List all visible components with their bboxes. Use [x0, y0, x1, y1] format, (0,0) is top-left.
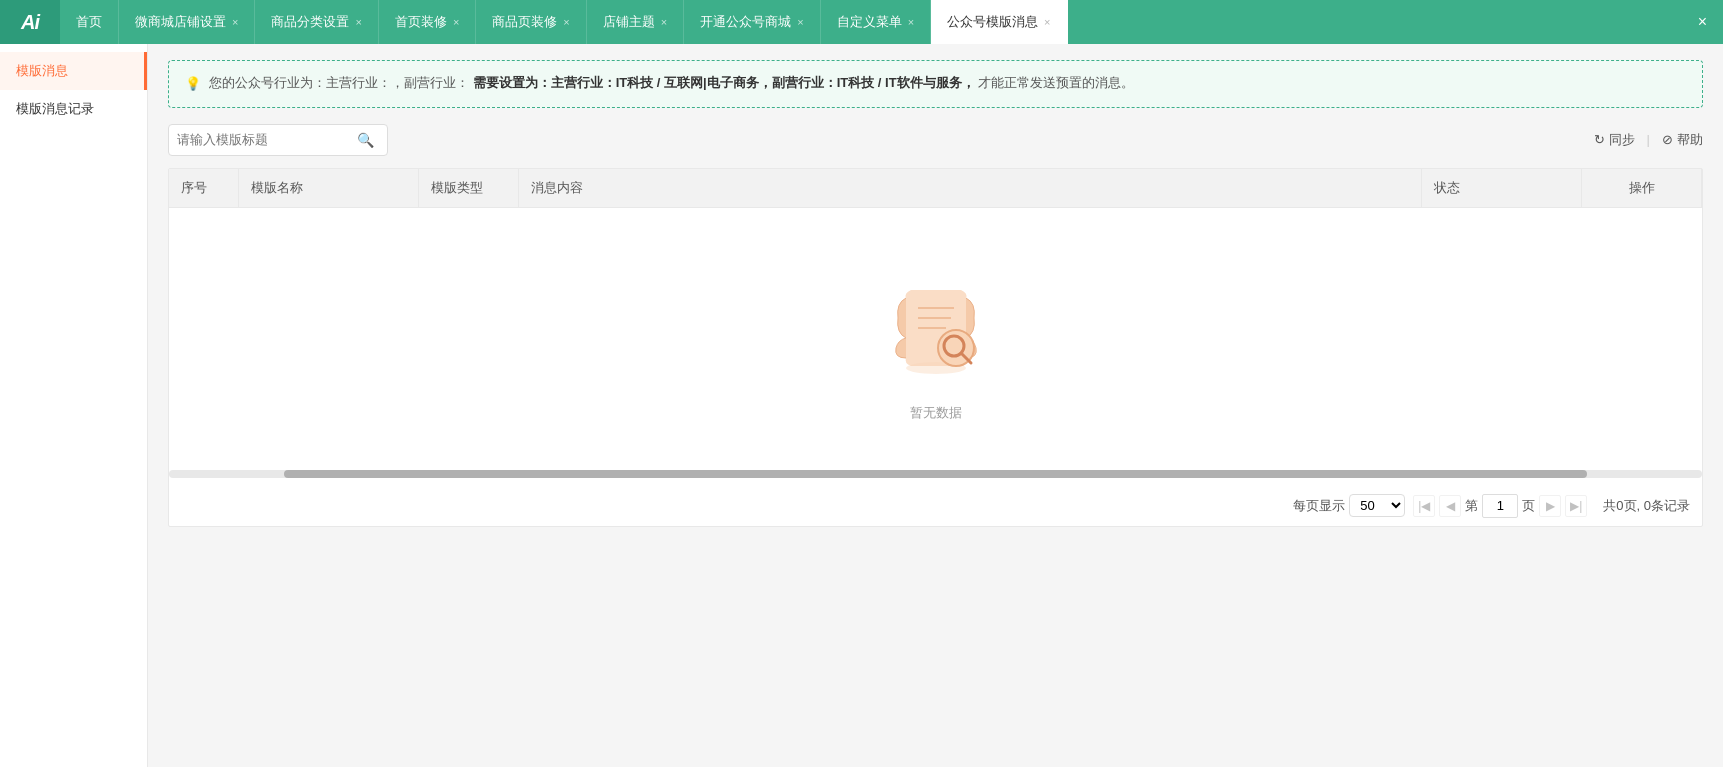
notice-text1: 您的公众号行业为：主营行业：，副营行业：	[209, 75, 469, 90]
page-navigation: |◀ ◀ 第 页 ▶ ▶|	[1413, 494, 1587, 518]
th-name: 模版名称	[239, 169, 419, 207]
nav-item-theme[interactable]: 店铺主题 ×	[587, 0, 684, 44]
top-navigation: Ai 首页 微商城店铺设置 × 商品分类设置 × 首页装修 × 商品页装修 × …	[0, 0, 1723, 44]
first-page-button[interactable]: |◀	[1413, 495, 1435, 517]
app-logo: Ai	[0, 0, 60, 44]
sidebar-item-template-log[interactable]: 模版消息记录	[0, 90, 147, 128]
data-table: 序号 模版名称 模版类型 消息内容 状态 操作	[168, 168, 1703, 527]
main-layout: 模版消息 模版消息记录 💡 您的公众号行业为：主营行业：，副营行业： 需要设置为…	[0, 44, 1723, 767]
notice-banner: 💡 您的公众号行业为：主营行业：，副营行业： 需要设置为：主营行业：IT科技 /…	[168, 60, 1703, 108]
empty-illustration	[876, 268, 996, 388]
sync-label: 同步	[1609, 131, 1635, 149]
action-divider: |	[1647, 132, 1650, 147]
nav-label-weshop: 微商城店铺设置	[135, 13, 226, 31]
close-wechat-shop-icon[interactable]: ×	[797, 16, 803, 28]
nav-item-weshop[interactable]: 微商城店铺设置 ×	[119, 0, 255, 44]
nav-item-home[interactable]: 首页	[60, 0, 119, 44]
sync-icon: ↻	[1594, 132, 1605, 147]
search-icon[interactable]: 🔍	[357, 132, 374, 148]
help-button[interactable]: ⊘ 帮助	[1662, 131, 1703, 149]
nav-label-homepage: 首页装修	[395, 13, 447, 31]
th-action: 操作	[1582, 169, 1702, 207]
nav-item-wechat-shop[interactable]: 开通公众号商城 ×	[684, 0, 820, 44]
prev-page-button[interactable]: ◀	[1439, 495, 1461, 517]
close-template-msg-icon[interactable]: ×	[1044, 16, 1050, 28]
page-size-select-input[interactable]: 50 10 20 100	[1349, 494, 1405, 517]
page-index-label: 第	[1465, 497, 1478, 515]
nav-label-template-msg: 公众号模版消息	[947, 13, 1038, 31]
empty-state: 暂无数据	[169, 208, 1702, 462]
close-custom-menu-icon[interactable]: ×	[908, 16, 914, 28]
sidebar: 模版消息 模版消息记录	[0, 44, 148, 767]
global-close-icon: ×	[1698, 13, 1707, 31]
sidebar-label-template-msg: 模版消息	[16, 63, 68, 78]
empty-text: 暂无数据	[910, 404, 962, 422]
notice-text2: 才能正常发送预置的消息。	[978, 75, 1134, 90]
sidebar-item-template-msg[interactable]: 模版消息	[0, 52, 147, 90]
th-type: 模版类型	[419, 169, 519, 207]
nav-item-custom-menu[interactable]: 自定义菜单 ×	[821, 0, 931, 44]
nav-label-theme: 店铺主题	[603, 13, 655, 31]
sync-button[interactable]: ↻ 同步	[1594, 131, 1635, 149]
nav-label-custom-menu: 自定义菜单	[837, 13, 902, 31]
sidebar-label-template-log: 模版消息记录	[16, 101, 94, 116]
nav-label-category: 商品分类设置	[271, 13, 349, 31]
page-label: 页	[1522, 497, 1535, 515]
content-area: 💡 您的公众号行业为：主营行业：，副营行业： 需要设置为：主营行业：IT科技 /…	[148, 44, 1723, 767]
global-close-button[interactable]: ×	[1682, 0, 1723, 44]
help-label: 帮助	[1677, 131, 1703, 149]
close-theme-icon[interactable]: ×	[661, 16, 667, 28]
nav-item-category[interactable]: 商品分类设置 ×	[255, 0, 378, 44]
horizontal-scrollbar[interactable]	[169, 470, 1702, 478]
notice-icon: 💡	[185, 74, 201, 95]
nav-item-productpage[interactable]: 商品页装修 ×	[476, 0, 586, 44]
th-seq: 序号	[169, 169, 239, 207]
close-weshop-icon[interactable]: ×	[232, 16, 238, 28]
next-page-button[interactable]: ▶	[1539, 495, 1561, 517]
nav-label-productpage: 商品页装修	[492, 13, 557, 31]
close-category-icon[interactable]: ×	[355, 16, 361, 28]
last-page-button[interactable]: ▶|	[1565, 495, 1587, 517]
search-actions: ↻ 同步 | ⊘ 帮助	[1594, 131, 1703, 149]
close-productpage-icon[interactable]: ×	[563, 16, 569, 28]
page-size-selector: 每页显示 50 10 20 100	[1293, 494, 1405, 517]
th-status: 状态	[1422, 169, 1582, 207]
nav-label-wechat-shop: 开通公众号商城	[700, 13, 791, 31]
close-homepage-icon[interactable]: ×	[453, 16, 459, 28]
help-icon: ⊘	[1662, 132, 1673, 147]
search-bar: 🔍 ↻ 同步 | ⊘ 帮助	[168, 124, 1703, 156]
nav-item-homepage[interactable]: 首页装修 ×	[379, 0, 476, 44]
total-info: 共0页, 0条记录	[1603, 497, 1690, 515]
table-header: 序号 模版名称 模版类型 消息内容 状态 操作	[169, 169, 1702, 208]
scrollbar-thumb[interactable]	[284, 470, 1587, 478]
notice-text: 您的公众号行业为：主营行业：，副营行业： 需要设置为：主营行业：IT科技 / 互…	[209, 73, 1134, 94]
nav-label-home: 首页	[76, 13, 102, 31]
th-content: 消息内容	[519, 169, 1422, 207]
page-number-input[interactable]	[1482, 494, 1518, 518]
page-size-label: 每页显示	[1293, 497, 1345, 515]
search-input[interactable]	[177, 132, 357, 147]
search-input-wrap[interactable]: 🔍	[168, 124, 388, 156]
pagination: 每页显示 50 10 20 100 |◀ ◀ 第 页 ▶ ▶|	[169, 486, 1702, 526]
nav-item-template-msg[interactable]: 公众号模版消息 ×	[931, 0, 1067, 44]
notice-highlight: 需要设置为：主营行业：IT科技 / 互联网|电子商务，副营行业：IT科技 / I…	[473, 75, 975, 90]
